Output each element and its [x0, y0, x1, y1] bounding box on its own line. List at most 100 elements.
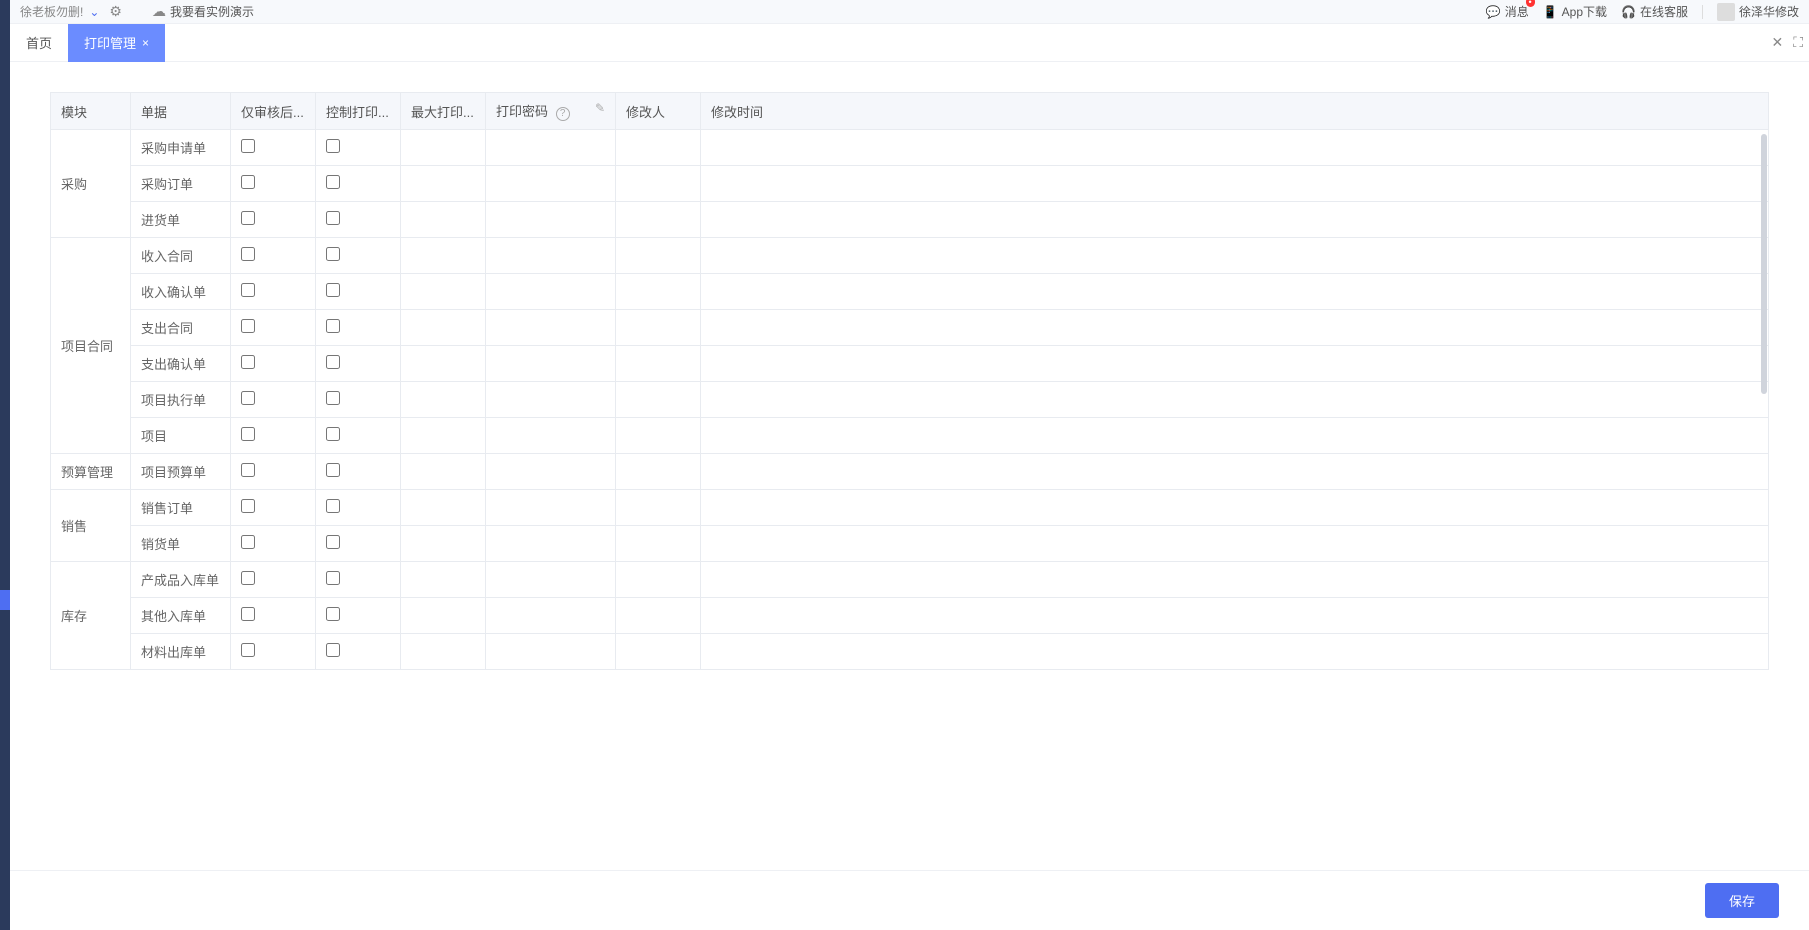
checkbox-cell [231, 238, 316, 274]
empty-cell [701, 346, 1769, 382]
control-print-checkbox[interactable] [326, 283, 340, 297]
save-button-label: 保存 [1729, 894, 1755, 909]
after-audit-checkbox[interactable] [241, 355, 255, 369]
empty-cell [616, 382, 701, 418]
module-cell: 项目合同 [51, 238, 131, 454]
after-audit-checkbox[interactable] [241, 247, 255, 261]
left-sidebar [0, 0, 10, 930]
customer-service-label: 在线客服 [1640, 3, 1688, 20]
close-icon[interactable]: × [142, 36, 149, 50]
after-audit-checkbox[interactable] [241, 463, 255, 477]
demo-link[interactable]: ☁ 我要看实例演示 [152, 3, 254, 20]
after-audit-checkbox[interactable] [241, 139, 255, 153]
doc-cell: 支出合同 [131, 310, 231, 346]
control-print-checkbox[interactable] [326, 499, 340, 513]
tab-print-manage[interactable]: 打印管理 × [68, 24, 165, 62]
content-area: 模块 单据 仅审核后... 控制打印... 最大打印... 打印密码 ? ✎ 修… [10, 62, 1809, 750]
customer-service-link[interactable]: 🎧 在线客服 [1621, 3, 1688, 20]
help-icon[interactable]: ? [556, 107, 570, 121]
empty-cell [401, 238, 486, 274]
divider [1702, 5, 1703, 19]
control-print-checkbox[interactable] [326, 463, 340, 477]
tab-home[interactable]: 首页 [10, 24, 68, 62]
control-print-checkbox[interactable] [326, 427, 340, 441]
checkbox-cell [231, 310, 316, 346]
after-audit-checkbox[interactable] [241, 175, 255, 189]
empty-cell [486, 490, 616, 526]
doc-cell: 销售订单 [131, 490, 231, 526]
message-badge: • [1526, 0, 1535, 7]
close-all-button[interactable]: ✕ [1771, 34, 1783, 51]
control-print-checkbox[interactable] [326, 571, 340, 585]
after-audit-checkbox[interactable] [241, 391, 255, 405]
table-row: 其他入库单 [51, 598, 1769, 634]
checkbox-cell [316, 130, 401, 166]
control-print-checkbox[interactable] [326, 535, 340, 549]
message-icon: 💬 [1486, 5, 1501, 19]
control-print-checkbox[interactable] [326, 355, 340, 369]
app-download-link[interactable]: 📱 App下载 [1543, 3, 1607, 20]
empty-cell [486, 634, 616, 670]
user-menu[interactable]: 徐泽华修改 [1717, 3, 1799, 21]
after-audit-checkbox[interactable] [241, 283, 255, 297]
gear-icon[interactable]: ⚙ [109, 3, 122, 20]
module-cell: 预算管理 [51, 454, 131, 490]
doc-cell: 收入合同 [131, 238, 231, 274]
table-row: 材料出库单 [51, 634, 1769, 670]
empty-cell [401, 310, 486, 346]
tab-print-manage-label: 打印管理 [84, 33, 136, 52]
scrollbar[interactable] [1761, 134, 1767, 394]
doc-cell: 材料出库单 [131, 634, 231, 670]
save-button[interactable]: 保存 [1705, 883, 1779, 918]
empty-cell [616, 130, 701, 166]
checkbox-cell [316, 526, 401, 562]
control-print-checkbox[interactable] [326, 319, 340, 333]
empty-cell [616, 526, 701, 562]
header-after-audit: 仅审核后... [231, 93, 316, 130]
checkbox-cell [316, 346, 401, 382]
after-audit-checkbox[interactable] [241, 499, 255, 513]
control-print-checkbox[interactable] [326, 175, 340, 189]
messages-link[interactable]: 💬 消息 • [1486, 3, 1529, 20]
empty-cell [486, 166, 616, 202]
empty-cell [401, 526, 486, 562]
after-audit-checkbox[interactable] [241, 643, 255, 657]
after-audit-checkbox[interactable] [241, 607, 255, 621]
empty-cell [401, 562, 486, 598]
checkbox-cell [231, 634, 316, 670]
control-print-checkbox[interactable] [326, 643, 340, 657]
edit-icon[interactable]: ✎ [595, 101, 605, 115]
empty-cell [486, 274, 616, 310]
after-audit-checkbox[interactable] [241, 427, 255, 441]
empty-cell [486, 238, 616, 274]
control-print-checkbox[interactable] [326, 211, 340, 225]
header-max-print: 最大打印... [401, 93, 486, 130]
after-audit-checkbox[interactable] [241, 571, 255, 585]
empty-cell [701, 418, 1769, 454]
empty-cell [701, 238, 1769, 274]
empty-cell [486, 562, 616, 598]
table-row: 采购订单 [51, 166, 1769, 202]
control-print-checkbox[interactable] [326, 139, 340, 153]
doc-cell: 收入确认单 [131, 274, 231, 310]
empty-cell [486, 418, 616, 454]
checkbox-cell [231, 346, 316, 382]
empty-cell [701, 490, 1769, 526]
empty-cell [486, 382, 616, 418]
control-print-checkbox[interactable] [326, 247, 340, 261]
checkbox-cell [316, 418, 401, 454]
print-settings-table: 模块 单据 仅审核后... 控制打印... 最大打印... 打印密码 ? ✎ 修… [50, 92, 1769, 670]
after-audit-checkbox[interactable] [241, 535, 255, 549]
empty-cell [701, 382, 1769, 418]
checkbox-cell [316, 310, 401, 346]
table-row: 销货单 [51, 526, 1769, 562]
control-print-checkbox[interactable] [326, 391, 340, 405]
after-audit-checkbox[interactable] [241, 319, 255, 333]
empty-cell [616, 418, 701, 454]
fullscreen-button[interactable]: ⛶ [1793, 34, 1803, 51]
control-print-checkbox[interactable] [326, 607, 340, 621]
org-dropdown[interactable]: 徐老板勿删! ⌄ [20, 3, 99, 20]
empty-cell [616, 166, 701, 202]
empty-cell [616, 562, 701, 598]
after-audit-checkbox[interactable] [241, 211, 255, 225]
